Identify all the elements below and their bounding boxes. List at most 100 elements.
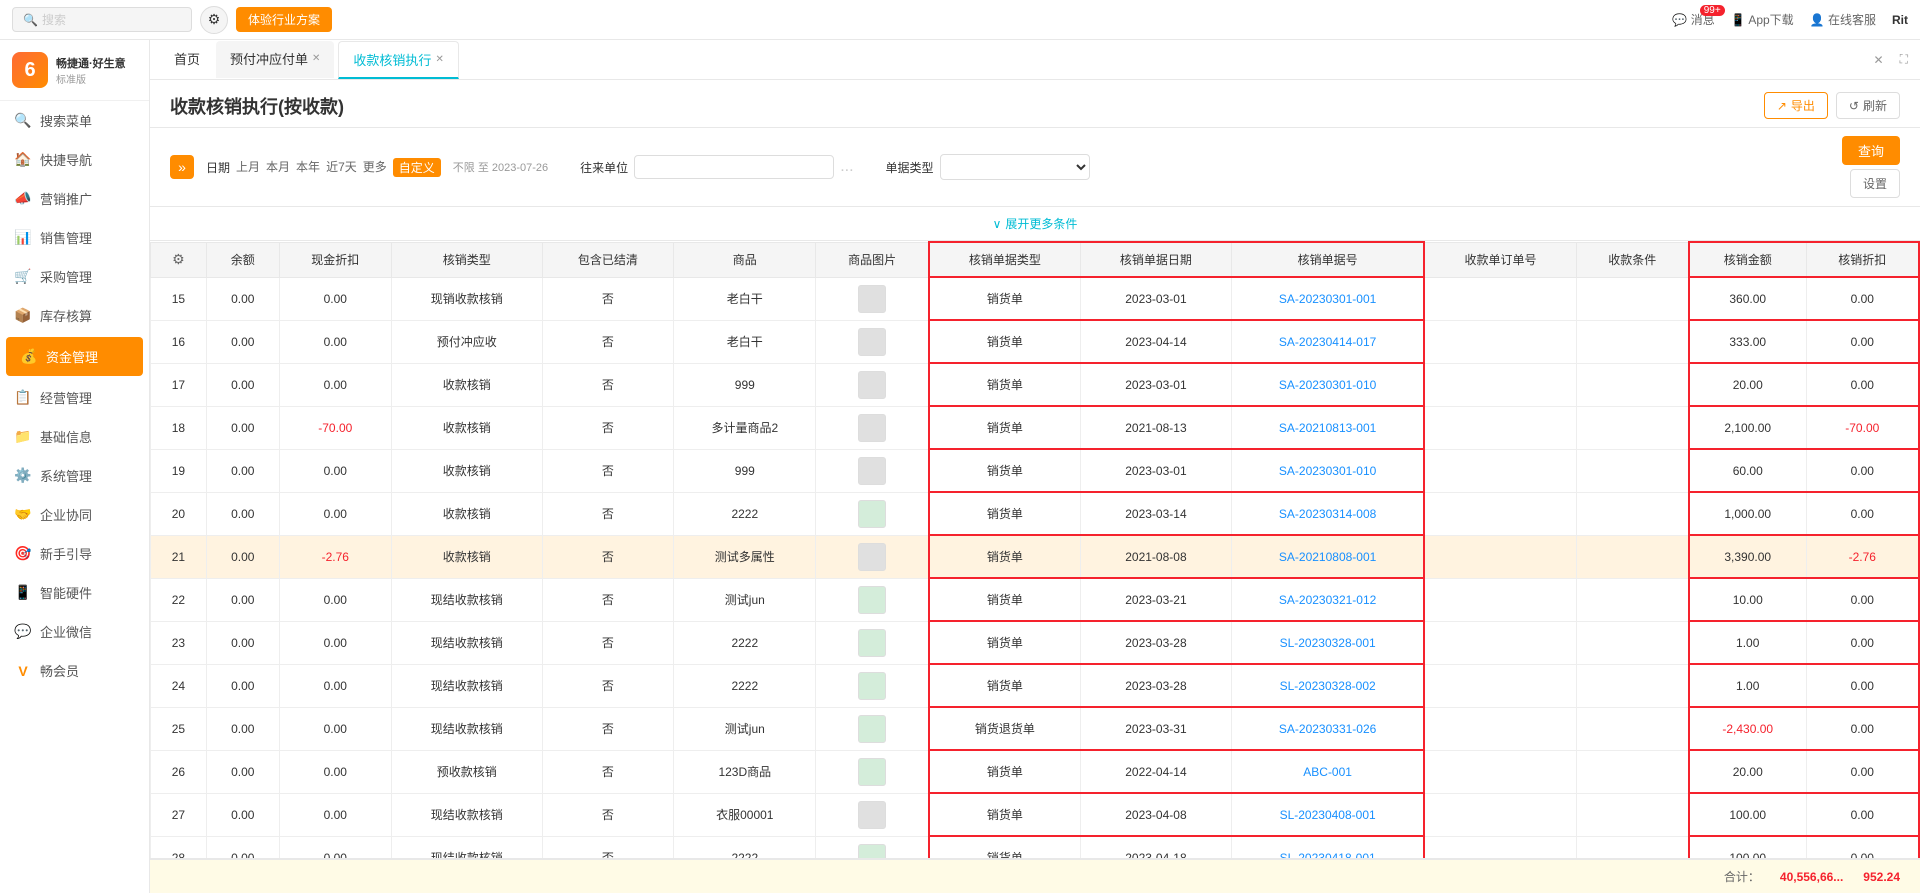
tab-bar: 首页 预付冲应付单 ✕ 收款核销执行 ✕ ✕ ⛶	[150, 40, 1920, 80]
cell-goods: 999	[674, 449, 816, 492]
filter-expand-button[interactable]: »	[170, 155, 194, 179]
sidebar-item-inventory[interactable]: 📦 库存核算	[0, 296, 149, 335]
cell-verify-type: 现结收款核销	[391, 707, 542, 750]
sidebar-item-quick[interactable]: 🏠 快捷导航	[0, 140, 149, 179]
verify-doc-no-link[interactable]: SA-20210813-001	[1279, 421, 1376, 435]
cell-verify-amount: -2,430.00	[1689, 707, 1806, 750]
sidebar-item-operation[interactable]: 📋 经营管理	[0, 378, 149, 417]
cell-verify-doc-date: 2023-03-28	[1080, 621, 1231, 664]
cell-verify-doc-no: SA-20230301-010	[1231, 363, 1424, 406]
cell-verify-doc-type: 销货单	[929, 836, 1081, 858]
doc-type-select[interactable]	[940, 154, 1090, 180]
cell-verify-type: 现结收款核销	[391, 836, 542, 858]
sidebar-item-guide[interactable]: 🎯 新手引导	[0, 534, 149, 573]
user-label[interactable]: Rit	[1892, 13, 1908, 27]
refresh-button[interactable]: ↺ 刷新	[1836, 92, 1900, 119]
this-year-link[interactable]: 本年	[296, 158, 320, 177]
table-row: 24 0.00 0.00 现结收款核销 否 2222 销货单 2023-03-2…	[151, 664, 1920, 707]
cell-goods: 测试jun	[674, 578, 816, 621]
verify-doc-no-link[interactable]: SL-20230418-001	[1280, 851, 1376, 859]
cell-no: 18	[151, 406, 207, 449]
verify-doc-no-link[interactable]: SA-20230414-017	[1279, 335, 1376, 349]
export-icon: ↗	[1777, 99, 1787, 113]
tab-prepay-close[interactable]: ✕	[312, 53, 320, 64]
cell-verify-doc-no: SA-20230321-012	[1231, 578, 1424, 621]
sidebar-item-search[interactable]: 🔍 搜索菜单	[0, 101, 149, 140]
cell-include-settled: 否	[542, 707, 673, 750]
search-box[interactable]: 🔍 搜索	[12, 7, 192, 32]
online-service-btn[interactable]: 👤 在线客服	[1810, 11, 1876, 28]
verify-doc-no-link[interactable]: SA-20230314-008	[1279, 507, 1376, 521]
verify-doc-no-link[interactable]: ABC-001	[1303, 765, 1352, 779]
this-month-link[interactable]: 本月	[266, 158, 290, 177]
col-header-verify-amount: 核销金额	[1689, 242, 1806, 277]
sidebar-item-purchase[interactable]: 🛒 采购管理	[0, 257, 149, 296]
goods-image	[858, 328, 886, 356]
table-container[interactable]: ⚙ 余额 现金折扣 核销类型 包含已结清 商品 商品图片 核销单据类型 核销单据…	[150, 241, 1920, 858]
verify-doc-no-link[interactable]: SL-20230328-001	[1280, 636, 1376, 650]
sidebar-item-system[interactable]: ⚙️ 系统管理	[0, 456, 149, 495]
window-maximize-btn[interactable]: ⛶	[1896, 50, 1912, 69]
settings-icon-btn[interactable]: ⚙	[200, 6, 228, 34]
cell-goods: 老白干	[674, 320, 816, 363]
last-month-link[interactable]: 上月	[236, 158, 260, 177]
app-download-btn[interactable]: 📱 App下载	[1731, 11, 1794, 28]
search-button[interactable]: 查询	[1842, 136, 1900, 165]
trial-button[interactable]: 体验行业方案	[236, 7, 332, 32]
cell-goods-img	[816, 621, 929, 664]
cell-balance: 0.00	[206, 621, 279, 664]
message-btn[interactable]: 💬 消息 99+	[1672, 11, 1714, 28]
tab-home[interactable]: 首页	[158, 41, 216, 78]
verify-doc-no-link[interactable]: SL-20230408-001	[1280, 808, 1376, 822]
header-actions: ↗ 导出 ↺ 刷新	[1764, 92, 1900, 119]
cell-balance: 0.00	[206, 578, 279, 621]
cell-cash-discount: 0.00	[279, 664, 391, 707]
table-settings-icon[interactable]: ⚙	[172, 251, 185, 267]
sidebar-item-capital[interactable]: 💰 资金管理	[6, 337, 143, 376]
cell-balance: 0.00	[206, 492, 279, 535]
cell-verify-amount: 1,000.00	[1689, 492, 1806, 535]
sidebar-item-member[interactable]: V 畅会员	[0, 651, 149, 690]
tab-prepay[interactable]: 预付冲应付单 ✕	[216, 41, 334, 78]
export-button[interactable]: ↗ 导出	[1764, 92, 1828, 119]
more-date-link[interactable]: 更多	[363, 158, 387, 177]
col-header-gear[interactable]: ⚙	[151, 242, 207, 277]
expand-more-button[interactable]: ∨ 展开更多条件	[154, 211, 1916, 236]
marketing-icon: 📣	[14, 190, 32, 207]
cell-include-settled: 否	[542, 406, 673, 449]
window-close-btn[interactable]: ✕	[1870, 51, 1888, 69]
col-header-goods-img: 商品图片	[816, 242, 929, 277]
sidebar-item-basic[interactable]: 📁 基础信息	[0, 417, 149, 456]
tab-collection[interactable]: 收款核销执行 ✕	[338, 41, 458, 79]
verify-doc-no-link[interactable]: SA-20230331-026	[1279, 722, 1376, 736]
table-row: 21 0.00 -2.76 收款核销 否 测试多属性 销货单 2021-08-0…	[151, 535, 1920, 578]
sidebar-item-wechat[interactable]: 💬 企业微信	[0, 612, 149, 651]
sidebar-item-sales[interactable]: 📊 销售管理	[0, 218, 149, 257]
table-row: 27 0.00 0.00 现结收款核销 否 衣服00001 销货单 2023-0…	[151, 793, 1920, 836]
cell-balance: 0.00	[206, 277, 279, 320]
filter-settings-button[interactable]: 设置	[1850, 169, 1900, 198]
verify-doc-no-link[interactable]: SL-20230328-002	[1280, 679, 1376, 693]
cell-verify-discount: 0.00	[1806, 578, 1919, 621]
verify-doc-no-link[interactable]: SA-20230321-012	[1279, 593, 1376, 607]
cell-balance: 0.00	[206, 836, 279, 858]
verify-doc-no-link[interactable]: SA-20210808-001	[1279, 550, 1376, 564]
tab-collection-close[interactable]: ✕	[435, 54, 443, 65]
sidebar-item-label: 营销推广	[40, 189, 92, 208]
date-range-display: 不限 至 2023-07-26	[453, 159, 548, 175]
last-7days-link[interactable]: 近7天	[326, 158, 357, 177]
verify-doc-no-link[interactable]: SA-20230301-010	[1279, 464, 1376, 478]
cell-goods-img	[816, 449, 929, 492]
cell-verify-type: 预付冲应收	[391, 320, 542, 363]
sidebar-item-coop[interactable]: 🤝 企业协同	[0, 495, 149, 534]
custom-date-link[interactable]: 自定义	[393, 158, 441, 177]
cell-verify-doc-date: 2023-03-28	[1080, 664, 1231, 707]
verify-doc-no-link[interactable]: SA-20230301-001	[1279, 292, 1376, 306]
sidebar-item-hardware[interactable]: 📱 智能硬件	[0, 573, 149, 612]
sidebar-item-marketing[interactable]: 📣 营销推广	[0, 179, 149, 218]
verify-doc-no-link[interactable]: SA-20230301-010	[1279, 378, 1376, 392]
cell-receipt-condition	[1576, 320, 1689, 363]
from-unit-input[interactable]	[634, 155, 834, 179]
total-amount-label: 合计：	[1724, 868, 1760, 885]
search-icon: 🔍	[23, 13, 38, 27]
